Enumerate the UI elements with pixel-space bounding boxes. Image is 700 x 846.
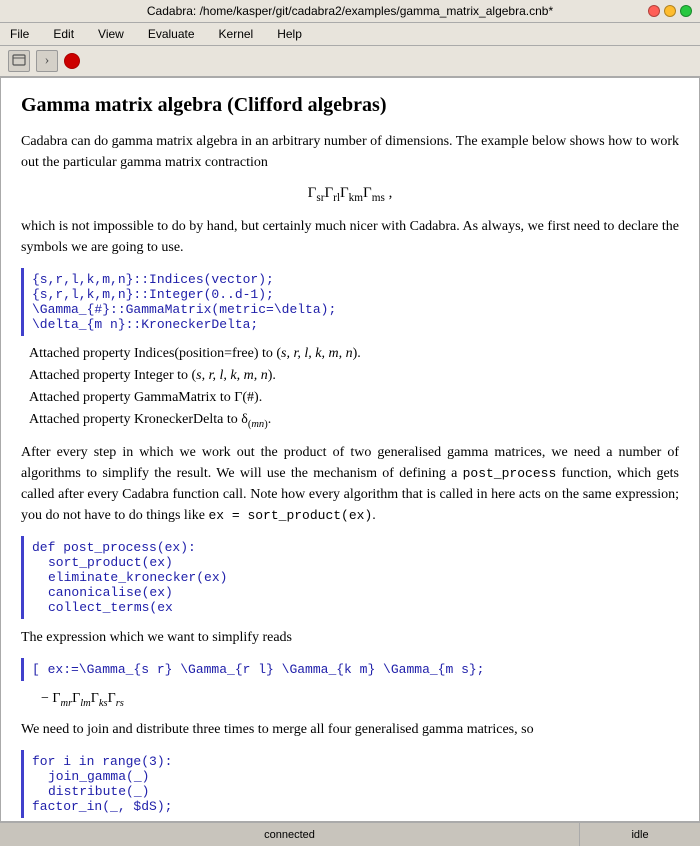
menu-evaluate[interactable]: Evaluate [142, 25, 201, 43]
window-controls [648, 5, 692, 17]
code-line: \delta_{m n}::KroneckerDelta; [32, 317, 671, 332]
menu-bar: File Edit View Evaluate Kernel Help [0, 23, 700, 46]
menu-kernel[interactable]: Kernel [213, 25, 260, 43]
idle-label: idle [631, 829, 648, 841]
status-bar: connected idle [0, 822, 700, 846]
paragraph-4: The expression which we want to simplify… [21, 627, 679, 648]
paragraph-1: Cadabra can do gamma matrix algebra in a… [21, 131, 679, 173]
minimize-button[interactable] [664, 5, 676, 17]
code-line: factor_in(_, $dS); [32, 799, 671, 814]
stop-button[interactable] [64, 53, 80, 69]
inline-code-1: post_process [463, 466, 557, 481]
toolbar-btn-2[interactable]: › [36, 50, 58, 72]
code-line: def post_process(ex): [32, 540, 671, 555]
output-attached-2: Attached property Integer to (s, r, l, k… [21, 366, 679, 386]
code-line: canonicalise(ex) [32, 585, 671, 600]
menu-view[interactable]: View [92, 25, 130, 43]
main-content: Gamma matrix algebra (Clifford algebras)… [0, 77, 700, 822]
toolbar: › [0, 46, 700, 77]
paragraph-2: which is not impossible to do by hand, b… [21, 216, 679, 258]
code-line: eliminate_kronecker(ex) [32, 570, 671, 585]
page-heading: Gamma matrix algebra (Clifford algebras) [21, 94, 679, 117]
output-attached-3: Attached property GammaMatrix to Γ(#). [21, 388, 679, 408]
code-line: {s,r,l,k,m,n}::Indices(vector); [32, 272, 671, 287]
output-attached-1: Attached property Indices(position=free)… [21, 344, 679, 364]
code-line: for i in range(3): [32, 754, 671, 769]
code-line: \Gamma_{#}::GammaMatrix(metric=\delta); [32, 302, 671, 317]
code-line: {s,r,l,k,m,n}::Integer(0..d-1); [32, 287, 671, 302]
code-line: join_gamma(_) [32, 769, 671, 784]
code-line: [ ex:=\Gamma_{s r} \Gamma_{r l} \Gamma_{… [32, 662, 671, 677]
code-line: sort_product(ex) [32, 555, 671, 570]
status-connected: connected [0, 823, 580, 846]
menu-edit[interactable]: Edit [47, 25, 80, 43]
paragraph-5: We need to join and distribute three tim… [21, 719, 679, 740]
maximize-button[interactable] [680, 5, 692, 17]
inline-code-2: ex = sort_product(ex) [208, 508, 372, 523]
window-title: Cadabra: /home/kasper/git/cadabra2/examp… [147, 4, 553, 18]
menu-help[interactable]: Help [271, 25, 308, 43]
code-cell-1[interactable]: {s,r,l,k,m,n}::Indices(vector); {s,r,l,k… [21, 268, 679, 336]
code-cell-4[interactable]: for i in range(3): join_gamma(_) distrib… [21, 750, 679, 818]
code-line: distribute(_) [32, 784, 671, 799]
status-idle: idle [580, 823, 700, 846]
paragraph-3: After every step in which we work out th… [21, 442, 679, 526]
code-cell-3[interactable]: [ ex:=\Gamma_{s r} \Gamma_{r l} \Gamma_{… [21, 658, 679, 681]
menu-file[interactable]: File [4, 25, 35, 43]
output-math-1: − ΓmrΓlmΓksΓrs [21, 689, 679, 711]
math-display-1: ΓsrΓrlΓkmΓms , [21, 185, 679, 204]
title-bar: Cadabra: /home/kasper/git/cadabra2/examp… [0, 0, 700, 23]
connected-label: connected [264, 829, 315, 841]
code-line: collect_terms(ex [32, 600, 671, 615]
toolbar-btn-1[interactable] [8, 50, 30, 72]
output-attached-4: Attached property KroneckerDelta to δ(mn… [21, 410, 679, 432]
close-button[interactable] [648, 5, 660, 17]
code-cell-2[interactable]: def post_process(ex): sort_product(ex) e… [21, 536, 679, 619]
